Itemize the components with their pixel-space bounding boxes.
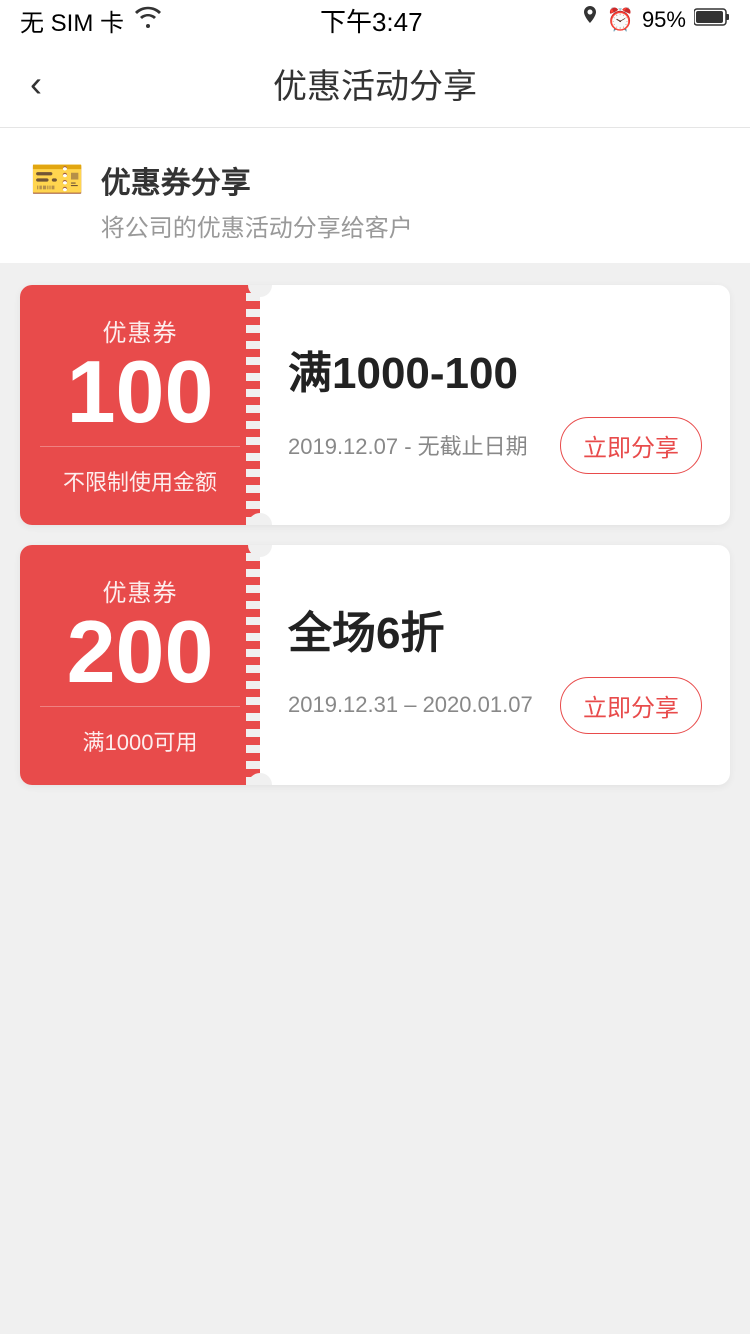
nav-bar: ‹ 优惠活动分享 <box>0 40 750 128</box>
coupon-card: 优惠券 200 满1000可用 全场6折 2019.12.31 – 2020.0… <box>20 545 730 785</box>
back-button[interactable]: ‹ <box>30 63 42 105</box>
coupon-amount-0: 100 <box>67 348 214 436</box>
share-button-0[interactable]: 立即分享 <box>560 417 702 474</box>
coupon-right-0: 满1000-100 2019.12.07 - 无截止日期 立即分享 <box>260 285 730 525</box>
coupon-list: 优惠券 100 不限制使用金额 满1000-100 2019.12.07 - 无… <box>0 265 750 805</box>
wifi-icon <box>134 6 162 35</box>
section-title: 优惠券分享 <box>101 158 413 202</box>
coupon-name-0: 满1000-100 <box>288 337 702 401</box>
location-icon <box>581 6 599 34</box>
battery-icon <box>694 7 730 33</box>
status-time: 下午3:47 <box>320 2 423 39</box>
coupon-left-0: 优惠券 100 不限制使用金额 <box>20 285 260 525</box>
battery-text: 95% <box>642 7 686 33</box>
coupon-meta-0: 2019.12.07 - 无截止日期 立即分享 <box>288 417 702 474</box>
section-subtitle: 将公司的优惠活动分享给客户 <box>101 208 413 243</box>
section-text: 优惠券分享 将公司的优惠活动分享给客户 <box>101 158 413 243</box>
coupon-condition-0: 不限制使用金额 <box>63 465 217 497</box>
coupon-name-1: 全场6折 <box>288 597 702 661</box>
coupon-meta-1: 2019.12.31 – 2020.01.07 立即分享 <box>288 677 702 734</box>
coupon-card: 优惠券 100 不限制使用金额 满1000-100 2019.12.07 - 无… <box>20 285 730 525</box>
empty-area <box>0 805 750 1205</box>
status-bar: 无 SIM 卡 下午3:47 ⏰ 95% <box>0 0 750 40</box>
alarm-icon: ⏰ <box>607 7 634 33</box>
status-right: ⏰ 95% <box>581 6 730 34</box>
carrier-text: 无 SIM 卡 <box>20 3 124 38</box>
section-header: 🎫 优惠券分享 将公司的优惠活动分享给客户 <box>0 128 750 263</box>
coupon-condition-1: 满1000可用 <box>83 725 198 757</box>
coupon-right-1: 全场6折 2019.12.31 – 2020.01.07 立即分享 <box>260 545 730 785</box>
coupon-amount-1: 200 <box>67 608 214 696</box>
status-left: 无 SIM 卡 <box>20 3 162 38</box>
coupon-section-icon: 🎫 <box>30 158 85 202</box>
coupon-left-1: 优惠券 200 满1000可用 <box>20 545 260 785</box>
coupon-date-0: 2019.12.07 - 无截止日期 <box>288 429 528 461</box>
nav-title: 优惠活动分享 <box>273 59 477 108</box>
coupon-date-1: 2019.12.31 – 2020.01.07 <box>288 692 533 718</box>
share-button-1[interactable]: 立即分享 <box>560 677 702 734</box>
